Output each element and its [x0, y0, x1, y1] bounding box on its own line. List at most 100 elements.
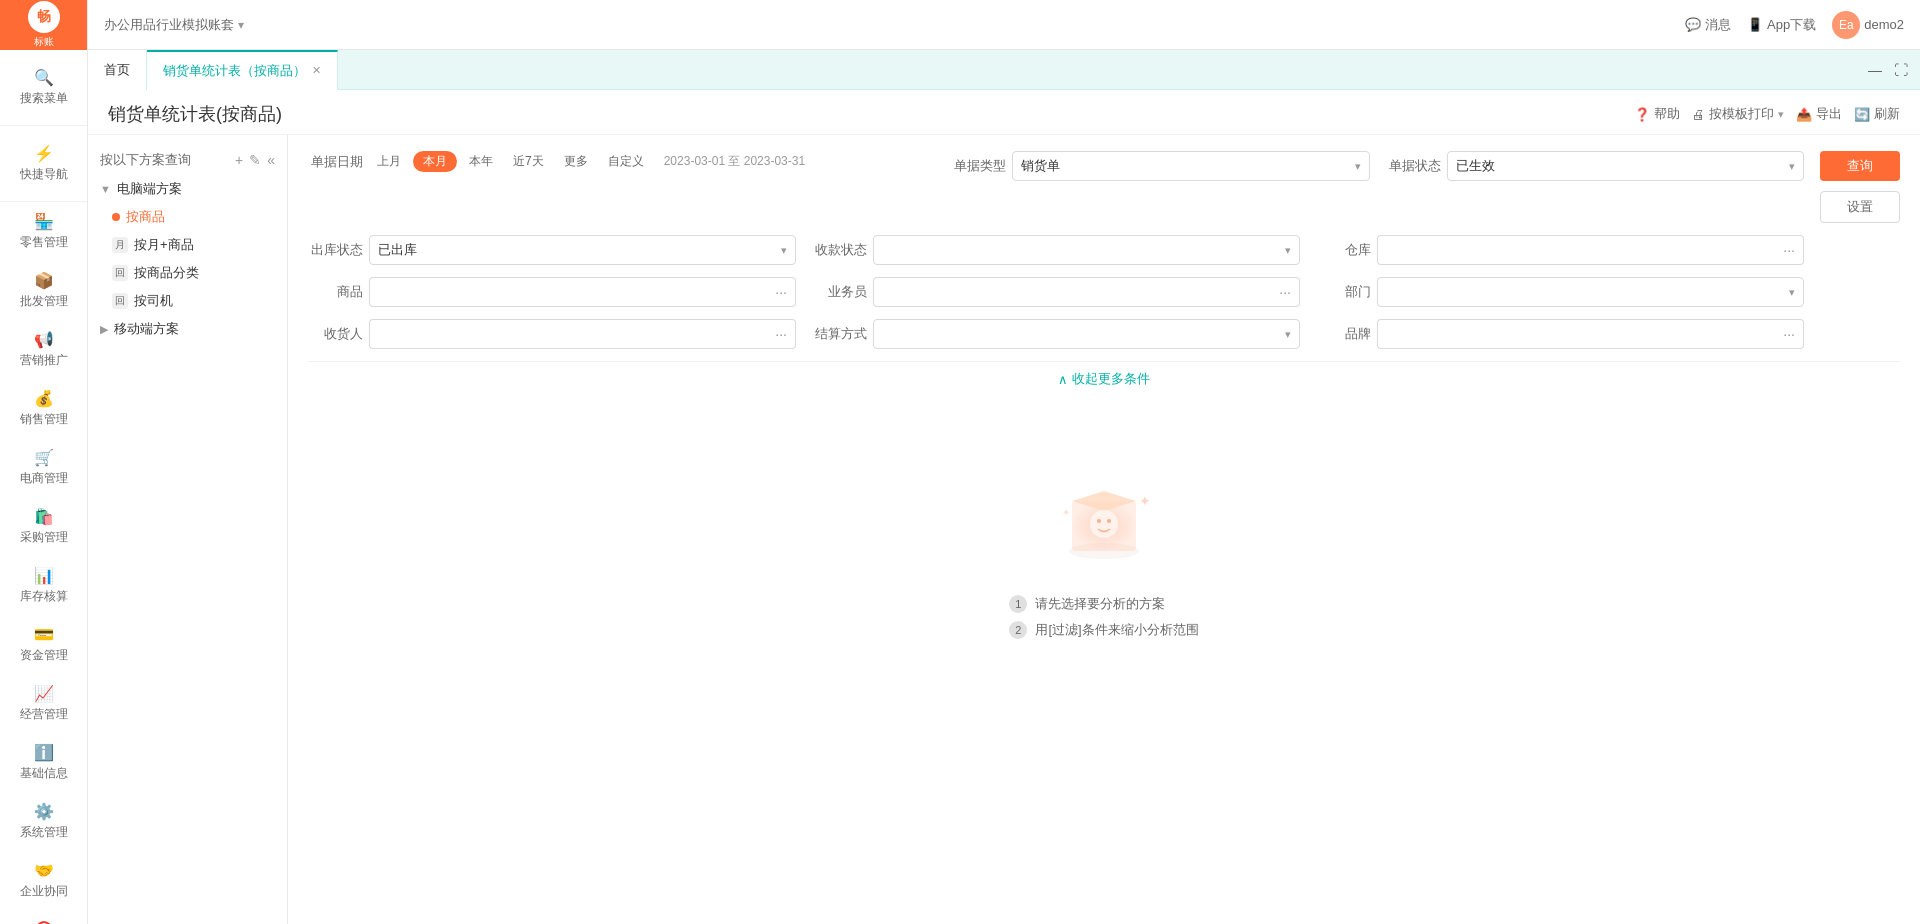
tree-item-by-product[interactable]: 按商品 — [88, 203, 287, 231]
receipt-status-select[interactable]: ▾ — [873, 235, 1300, 265]
sidebar-system-label: 系统管理 — [20, 824, 68, 841]
brand-label: 品牌 — [1316, 325, 1371, 343]
sidebar-item-newuser[interactable]: 🎯 新手引导 — [0, 910, 87, 924]
tab-maximize-button[interactable]: ⛶ — [1890, 58, 1912, 82]
date-tab-last-month[interactable]: 上月 — [369, 151, 409, 172]
message-button[interactable]: 💬 消息 — [1685, 16, 1731, 34]
date-tab-7days[interactable]: 近7天 — [505, 151, 552, 172]
tree-item-pc[interactable]: ▼ 电脑端方案 — [88, 175, 287, 203]
tab-sales-stats[interactable]: 销货单统计表（按商品） ✕ — [147, 50, 338, 90]
brand-input[interactable] — [1377, 319, 1775, 349]
filter-doc-status: 单据状态 已生效 ▾ — [1386, 151, 1804, 181]
sidebar-item-system[interactable]: ⚙️ 系统管理 — [0, 792, 87, 851]
consignee-input[interactable] — [369, 319, 767, 349]
query-button[interactable]: 查询 — [1820, 151, 1900, 181]
salesperson-input[interactable] — [873, 277, 1271, 307]
sidebar-item-inventory[interactable]: 📊 库存核算 — [0, 556, 87, 615]
out-status-arrow: ▾ — [781, 244, 787, 257]
dept-select[interactable]: ▾ — [1377, 277, 1804, 307]
tab-close-button[interactable]: ✕ — [312, 64, 321, 77]
tree-item-by-category[interactable]: 回 按商品分类 — [88, 259, 287, 287]
tab-minimize-button[interactable]: — — [1864, 58, 1886, 82]
ecommerce-icon: 🛒 — [34, 448, 54, 467]
date-tab-more[interactable]: 更多 — [556, 151, 596, 172]
svg-text:✦: ✦ — [1139, 493, 1151, 509]
filter-warehouse: 仓库 ··· — [1316, 235, 1804, 265]
category-icon: 回 — [112, 265, 128, 281]
tree-item-by-driver[interactable]: 回 按司机 — [88, 287, 287, 315]
tab-bar-actions: — ⛶ — [1864, 58, 1920, 82]
brand-control: ··· — [1377, 319, 1804, 349]
print-button[interactable]: 🖨 按模板打印 ▾ — [1692, 105, 1784, 123]
edit-scheme-button[interactable]: ✎ — [249, 152, 261, 168]
sidebar-item-sales[interactable]: 💰 销售管理 — [0, 379, 87, 438]
print-icon: 🖨 — [1692, 107, 1705, 122]
warehouse-dots[interactable]: ··· — [1779, 242, 1799, 258]
salesperson-dots[interactable]: ··· — [1275, 284, 1295, 300]
sidebar-item-ecommerce[interactable]: 🛒 电商管理 — [0, 438, 87, 497]
left-panel-header: 按以下方案查询 + ✎ « — [88, 145, 287, 175]
print-dropdown-icon: ▾ — [1778, 108, 1784, 121]
marketing-icon: 📢 — [34, 330, 54, 349]
tree-mobile-expand: ▶ — [100, 323, 108, 336]
warehouse-input[interactable] — [1377, 235, 1775, 265]
help-button[interactable]: ❓ 帮助 — [1634, 105, 1680, 123]
product-dots[interactable]: ··· — [771, 284, 791, 300]
date-tab-this-year[interactable]: 本年 — [461, 151, 501, 172]
filter-row-2: 出库状态 已出库 ▾ 收款状态 ▾ — [308, 235, 1900, 265]
finance-icon: 💳 — [34, 625, 54, 644]
retail-icon: 🏪 — [34, 212, 54, 231]
sidebar-inventory-label: 库存核算 — [20, 588, 68, 605]
sidebar-item-search[interactable]: 🔍 搜索菜单 — [20, 58, 68, 117]
collapse-more-bar[interactable]: ∧ 收起更多条件 — [308, 361, 1900, 396]
date-tab-this-month[interactable]: 本月 — [413, 151, 457, 172]
sidebar-item-basic[interactable]: ℹ️ 基础信息 — [0, 733, 87, 792]
doc-type-value: 销货单 — [1021, 157, 1354, 175]
sidebar-item-enterprise[interactable]: 🤝 企业协同 — [0, 851, 87, 910]
sidebar-item-finance[interactable]: 💳 资金管理 — [0, 615, 87, 674]
export-button[interactable]: 📤 导出 — [1796, 105, 1842, 123]
doc-status-select[interactable]: 已生效 ▾ — [1447, 151, 1804, 181]
breadcrumb-dropdown[interactable]: ▾ — [238, 18, 244, 32]
date-tab-custom[interactable]: 自定义 — [600, 151, 652, 172]
app-download-button[interactable]: 📱 App下载 — [1747, 16, 1816, 34]
dept-label: 部门 — [1316, 283, 1371, 301]
logo[interactable]: 畅 标账 — [0, 0, 87, 50]
settlement-arrow: ▾ — [1285, 328, 1291, 341]
sidebar-item-wholesale[interactable]: 📦 批发管理 — [0, 261, 87, 320]
sidebar-item-purchase[interactable]: 🛍️ 采购管理 — [0, 497, 87, 556]
tree-item-mobile[interactable]: ▶ 移动端方案 — [88, 315, 287, 343]
tree-item-by-month-product[interactable]: 月 按月+商品 — [88, 231, 287, 259]
sidebar-item-operations[interactable]: 📈 经营管理 — [0, 674, 87, 733]
out-status-select[interactable]: 已出库 ▾ — [369, 235, 796, 265]
tab-sales-stats-label: 销货单统计表（按商品） — [163, 62, 306, 80]
right-panel: 单据日期 上月 本月 本年 近7天 更多 自定义 20 — [288, 135, 1920, 924]
newuser-icon: 🎯 — [34, 920, 54, 924]
user-profile[interactable]: Ea demo2 — [1832, 11, 1904, 39]
doc-status-label: 单据状态 — [1386, 157, 1441, 175]
operations-icon: 📈 — [34, 684, 54, 703]
basic-icon: ℹ️ — [34, 743, 54, 762]
sidebar-item-marketing[interactable]: 📢 营销推广 — [0, 320, 87, 379]
settlement-label: 结算方式 — [812, 325, 867, 343]
refresh-button[interactable]: 🔄 刷新 — [1854, 105, 1900, 123]
product-input[interactable] — [369, 277, 767, 307]
sidebar-item-retail[interactable]: 🏪 零售管理 — [0, 202, 87, 261]
settlement-select[interactable]: ▾ — [873, 319, 1300, 349]
consignee-dots[interactable]: ··· — [771, 326, 791, 342]
receipt-status-arrow: ▾ — [1285, 244, 1291, 257]
doc-type-arrow: ▾ — [1355, 160, 1361, 173]
brand-dots[interactable]: ··· — [1779, 326, 1799, 342]
doc-status-arrow: ▾ — [1789, 160, 1795, 173]
collapse-panel-button[interactable]: « — [267, 152, 275, 168]
settings-button[interactable]: 设置 — [1820, 191, 1900, 223]
page-container: 销货单统计表(按商品) ❓ 帮助 🖨 按模板打印 ▾ 📤 导出 — [88, 90, 1920, 924]
tab-home[interactable]: 首页 — [88, 50, 147, 90]
add-scheme-button[interactable]: + — [235, 152, 243, 168]
sidebar: 畅 标账 🔍 搜索菜单 ⚡ 快捷导航 🏪 零售管理 📦 批发管理 📢 营销推广 … — [0, 0, 88, 924]
sidebar-item-quicknav[interactable]: ⚡ 快捷导航 — [20, 134, 68, 193]
doc-type-select[interactable]: 销货单 ▾ — [1012, 151, 1369, 181]
svg-text:✦: ✦ — [1062, 507, 1070, 518]
sidebar-basic-label: 基础信息 — [20, 765, 68, 782]
filter-row-1: 单据日期 上月 本月 本年 近7天 更多 自定义 20 — [308, 151, 1900, 223]
